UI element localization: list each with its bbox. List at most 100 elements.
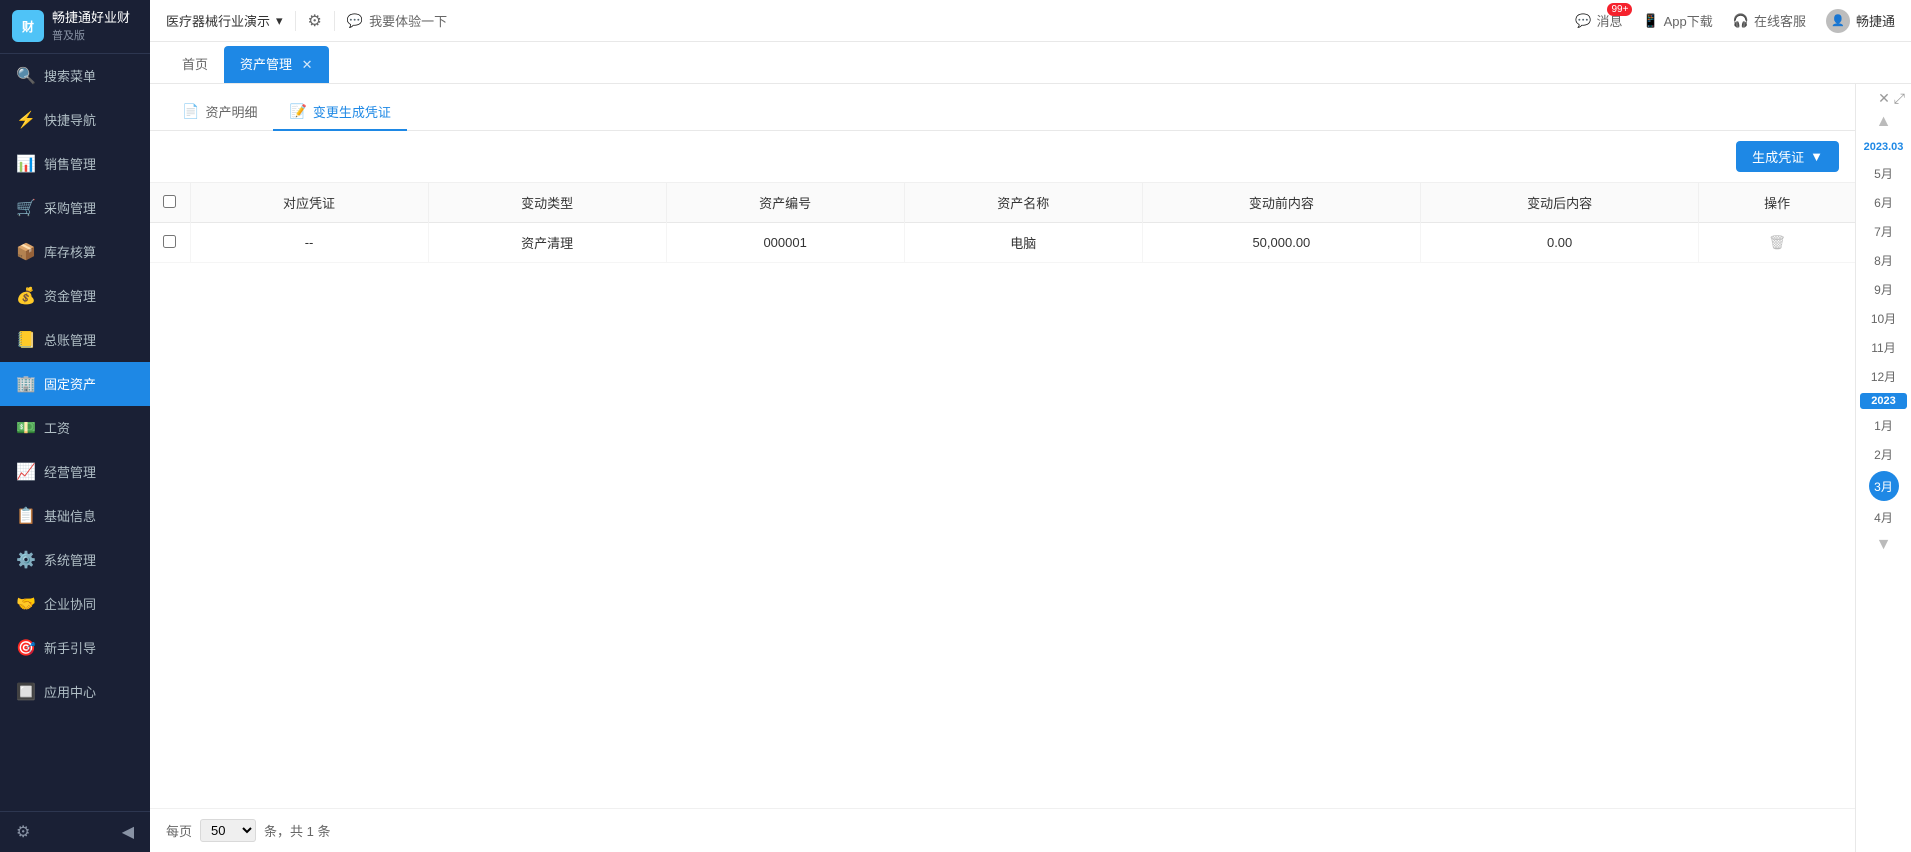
row-action-cell: 🗑 xyxy=(1699,223,1855,263)
sidebar-item-label: 基础信息 xyxy=(44,506,96,525)
collapse-icon[interactable]: ◀ xyxy=(122,822,134,842)
experience-button[interactable]: 💬 我要体验一下 xyxy=(347,11,447,30)
sub-tabs: 📄 资产明细 📝 变更生成凭证 xyxy=(150,84,1855,131)
per-page-label: 每页 xyxy=(166,821,192,840)
sidebar-item-label: 快捷导航 xyxy=(44,110,96,129)
date-month-9[interactable]: 9月 xyxy=(1856,275,1911,304)
sidebar-item-fixed[interactable]: 🏢 固定资产 xyxy=(0,362,150,406)
sidebar-item-collab[interactable]: 🤝 企业协同 xyxy=(0,582,150,626)
row-asset-code: 000001 xyxy=(666,223,904,263)
voucher-icon: 📝 xyxy=(289,103,306,120)
sidebar-item-apps[interactable]: 🔲 应用中心 xyxy=(0,670,150,714)
message-button[interactable]: 💬 消息 99+ xyxy=(1575,11,1622,30)
guide-icon: 🎯 xyxy=(16,638,34,658)
fixed-icon: 🏢 xyxy=(16,374,34,394)
per-page-select[interactable]: 10 20 50 100 xyxy=(200,819,256,842)
search-icon: 🔍 xyxy=(16,66,34,86)
date-month-10[interactable]: 10月 xyxy=(1856,304,1911,333)
collab-icon: 🤝 xyxy=(16,594,34,614)
sidebar-item-salary[interactable]: 💵 工资 xyxy=(0,406,150,450)
table-row: -- 资产清理 000001 电脑 50,000.00 0.00 🗑 xyxy=(150,223,1855,263)
generate-voucher-button[interactable]: 生成凭证 ▼ xyxy=(1736,141,1839,172)
service-icon: 🎧 xyxy=(1733,13,1749,29)
sidebar-item-purchase[interactable]: 🛒 采购管理 xyxy=(0,186,150,230)
date-month-11[interactable]: 11月 xyxy=(1856,333,1911,362)
select-all-checkbox[interactable] xyxy=(163,195,176,208)
sidebar-item-label: 销售管理 xyxy=(44,154,96,173)
company-selector[interactable]: 医疗器械行业演示 ▾ xyxy=(166,11,283,30)
tab-home[interactable]: 首页 xyxy=(166,46,224,83)
app-label: App下载 xyxy=(1664,11,1713,30)
username: 畅捷通 xyxy=(1856,11,1895,30)
panel-expand-icon[interactable]: ⤢ xyxy=(1894,90,1905,107)
row-checkbox-cell[interactable] xyxy=(150,223,190,263)
delete-button[interactable]: 🗑 xyxy=(1768,234,1786,250)
asset-detail-icon: 📄 xyxy=(182,103,199,120)
topbar-right: 💬 消息 99+ 📱 App下载 🎧 在线客服 👤 畅捷通 xyxy=(1575,9,1895,33)
sidebar: 财 畅捷通好业财 普及版 🔍 搜索菜单 ⚡ 快捷导航 📊 销售管理 🛒 采购管理… xyxy=(0,0,150,852)
sidebar-item-sales[interactable]: 📊 销售管理 xyxy=(0,142,150,186)
app-download-button[interactable]: 📱 App下载 xyxy=(1642,11,1712,30)
sidebar-item-ops[interactable]: 📈 经营管理 xyxy=(0,450,150,494)
settings-footer-icon[interactable]: ⚙ xyxy=(16,822,30,842)
sidebar-item-system[interactable]: ⚙️ 系统管理 xyxy=(0,538,150,582)
app-name: 畅捷通好业财 xyxy=(52,10,130,27)
date-month-1[interactable]: 1月 xyxy=(1856,411,1911,440)
row-before-change: 50,000.00 xyxy=(1142,223,1420,263)
sidebar-item-base[interactable]: 📋 基础信息 xyxy=(0,494,150,538)
panel-close-icon[interactable]: ✕ xyxy=(1878,90,1890,107)
sub-tab-voucher[interactable]: 📝 变更生成凭证 xyxy=(273,94,406,131)
sidebar-item-inventory[interactable]: 📦 库存核算 xyxy=(0,230,150,274)
right-date-panel: ✕ ⤢ ▲ 2023.03 5月 6月 7月 8月 9月 10月 11月 12月… xyxy=(1855,84,1911,852)
table-container: 对应凭证 变动类型 资产编号 资产名称 变动前内容 变动后内容 操作 xyxy=(150,183,1855,808)
date-scroll: ▲ 2023.03 5月 6月 7月 8月 9月 10月 11月 12月 202… xyxy=(1856,109,1911,852)
panel-header: ✕ ⤢ xyxy=(1856,84,1911,109)
sidebar-item-label: 应用中心 xyxy=(44,682,96,701)
sidebar-item-label: 资金管理 xyxy=(44,286,96,305)
date-month-5[interactable]: 5月 xyxy=(1856,159,1911,188)
sidebar-nav: 🔍 搜索菜单 ⚡ 快捷导航 📊 销售管理 🛒 采购管理 📦 库存核算 💰 资金管… xyxy=(0,54,150,811)
pagination: 每页 10 20 50 100 条，共 1 条 xyxy=(150,808,1855,852)
topbar: 医疗器械行业演示 ▾ ⚙ 💬 我要体验一下 💬 消息 99+ 📱 App下载 🎧… xyxy=(150,0,1911,42)
date-scroll-up[interactable]: ▲ xyxy=(1856,109,1911,135)
service-button[interactable]: 🎧 在线客服 xyxy=(1733,11,1806,30)
date-month-12[interactable]: 12月 xyxy=(1856,362,1911,391)
tab-asset[interactable]: 资产管理 ✕ xyxy=(224,46,329,83)
date-month-6[interactable]: 6月 xyxy=(1856,188,1911,217)
row-voucher-ref: -- xyxy=(190,223,428,263)
header-action: 操作 xyxy=(1699,183,1855,223)
tab-home-label: 首页 xyxy=(182,57,208,72)
sidebar-item-funds[interactable]: 💰 资金管理 xyxy=(0,274,150,318)
header-checkbox[interactable] xyxy=(150,183,190,223)
date-year-header: 2023.03 xyxy=(1856,135,1911,159)
tab-close-icon[interactable]: ✕ xyxy=(302,57,313,72)
date-month-2[interactable]: 2月 xyxy=(1856,440,1911,469)
header-asset-code: 资产编号 xyxy=(666,183,904,223)
app-version: 普及版 xyxy=(52,27,130,43)
sidebar-item-label: 经营管理 xyxy=(44,462,96,481)
topbar-settings-icon[interactable]: ⚙ xyxy=(308,11,322,31)
asset-table: 对应凭证 变动类型 资产编号 资产名称 变动前内容 变动后内容 操作 xyxy=(150,183,1855,263)
base-icon: 📋 xyxy=(16,506,34,526)
sidebar-item-label: 采购管理 xyxy=(44,198,96,217)
message-badge: 99+ xyxy=(1607,3,1632,16)
ledger-icon: 📒 xyxy=(16,330,34,350)
sub-tab-asset-detail[interactable]: 📄 资产明细 xyxy=(166,94,273,131)
date-month-8[interactable]: 8月 xyxy=(1856,246,1911,275)
date-month-7[interactable]: 7月 xyxy=(1856,217,1911,246)
experience-icon: 💬 xyxy=(347,13,363,29)
app-icon: 📱 xyxy=(1642,13,1658,29)
sidebar-item-ledger[interactable]: 📒 总账管理 xyxy=(0,318,150,362)
date-scroll-down[interactable]: ▼ xyxy=(1856,532,1911,558)
sidebar-item-quicknav[interactable]: ⚡ 快捷导航 xyxy=(0,98,150,142)
sidebar-item-search[interactable]: 🔍 搜索菜单 xyxy=(0,54,150,98)
user-menu[interactable]: 👤 畅捷通 xyxy=(1826,9,1895,33)
date-month-3-active[interactable]: 3月 xyxy=(1869,471,1899,501)
main-area: 医疗器械行业演示 ▾ ⚙ 💬 我要体验一下 💬 消息 99+ 📱 App下载 🎧… xyxy=(150,0,1911,852)
main-content: 📄 资产明细 📝 变更生成凭证 生成凭证 ▼ xyxy=(150,84,1855,852)
row-checkbox[interactable] xyxy=(163,235,176,248)
date-month-4[interactable]: 4月 xyxy=(1856,503,1911,532)
tab-asset-label: 资产管理 xyxy=(240,57,292,72)
sidebar-item-guide[interactable]: 🎯 新手引导 xyxy=(0,626,150,670)
sales-icon: 📊 xyxy=(16,154,34,174)
